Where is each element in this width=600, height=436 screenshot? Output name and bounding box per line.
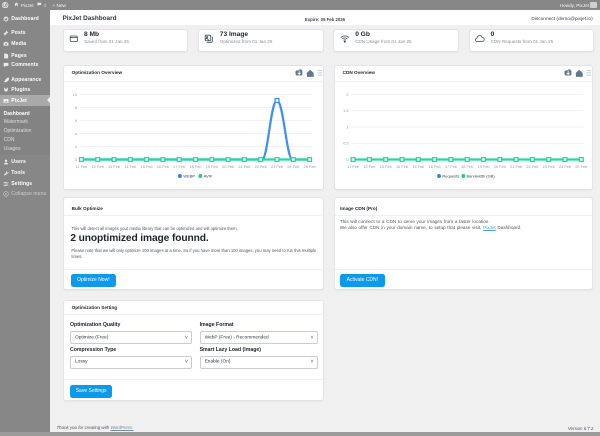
svg-text:15 Feb: 15 Feb xyxy=(412,163,424,168)
svg-text:18 Feb: 18 Feb xyxy=(461,163,473,168)
svg-text:Requests: Requests xyxy=(442,173,459,178)
svg-text:0: 0 xyxy=(74,157,77,162)
svg-text:23 Feb: 23 Feb xyxy=(542,163,554,168)
svg-text:1.5: 1.5 xyxy=(343,108,348,113)
svg-text:22 Feb: 22 Feb xyxy=(526,163,538,168)
svg-text:17 Feb: 17 Feb xyxy=(444,163,456,168)
svg-text:19 Feb: 19 Feb xyxy=(477,163,489,168)
svg-text:17 Feb: 17 Feb xyxy=(173,163,185,168)
svg-text:13 Feb: 13 Feb xyxy=(379,163,391,168)
svg-text:19 Feb: 19 Feb xyxy=(205,163,217,168)
svg-text:23 Feb: 23 Feb xyxy=(271,163,283,168)
svg-text:14 Feb: 14 Feb xyxy=(396,163,408,168)
svg-text:24 Feb: 24 Feb xyxy=(287,163,299,168)
svg-text:10: 10 xyxy=(72,92,77,97)
svg-text:Bandwidth (GB): Bandwidth (GB) xyxy=(466,173,495,178)
svg-text:20 Feb: 20 Feb xyxy=(222,163,234,168)
svg-text:12 Feb: 12 Feb xyxy=(363,163,375,168)
svg-text:14 Feb: 14 Feb xyxy=(124,163,136,168)
svg-text:2: 2 xyxy=(346,92,348,97)
svg-text:21 Feb: 21 Feb xyxy=(238,163,250,168)
svg-text:16 Feb: 16 Feb xyxy=(156,163,168,168)
svg-text:21 Feb: 21 Feb xyxy=(510,163,522,168)
svg-text:1: 1 xyxy=(346,124,348,129)
svg-text:0.5: 0.5 xyxy=(343,140,348,145)
svg-text:11 Feb: 11 Feb xyxy=(75,163,87,168)
svg-text:16 Feb: 16 Feb xyxy=(428,163,440,168)
svg-text:12 Feb: 12 Feb xyxy=(91,163,103,168)
svg-text:25 Feb: 25 Feb xyxy=(575,163,587,168)
svg-text:22 Feb: 22 Feb xyxy=(254,163,266,168)
svg-text:20 Feb: 20 Feb xyxy=(493,163,505,168)
svg-text:WEBP: WEBP xyxy=(183,173,195,178)
svg-text:11 Feb: 11 Feb xyxy=(347,163,359,168)
svg-text:8: 8 xyxy=(74,105,76,110)
svg-text:24 Feb: 24 Feb xyxy=(559,163,571,168)
svg-text:25 Feb: 25 Feb xyxy=(303,163,315,168)
svg-text:AVIF: AVIF xyxy=(203,173,212,178)
svg-text:13 Feb: 13 Feb xyxy=(108,163,120,168)
svg-text:15 Feb: 15 Feb xyxy=(140,163,152,168)
svg-text:2: 2 xyxy=(74,144,76,149)
svg-text:18 Feb: 18 Feb xyxy=(189,163,201,168)
svg-text:0: 0 xyxy=(346,157,349,162)
svg-text:6: 6 xyxy=(74,118,76,123)
svg-text:4: 4 xyxy=(74,131,77,136)
